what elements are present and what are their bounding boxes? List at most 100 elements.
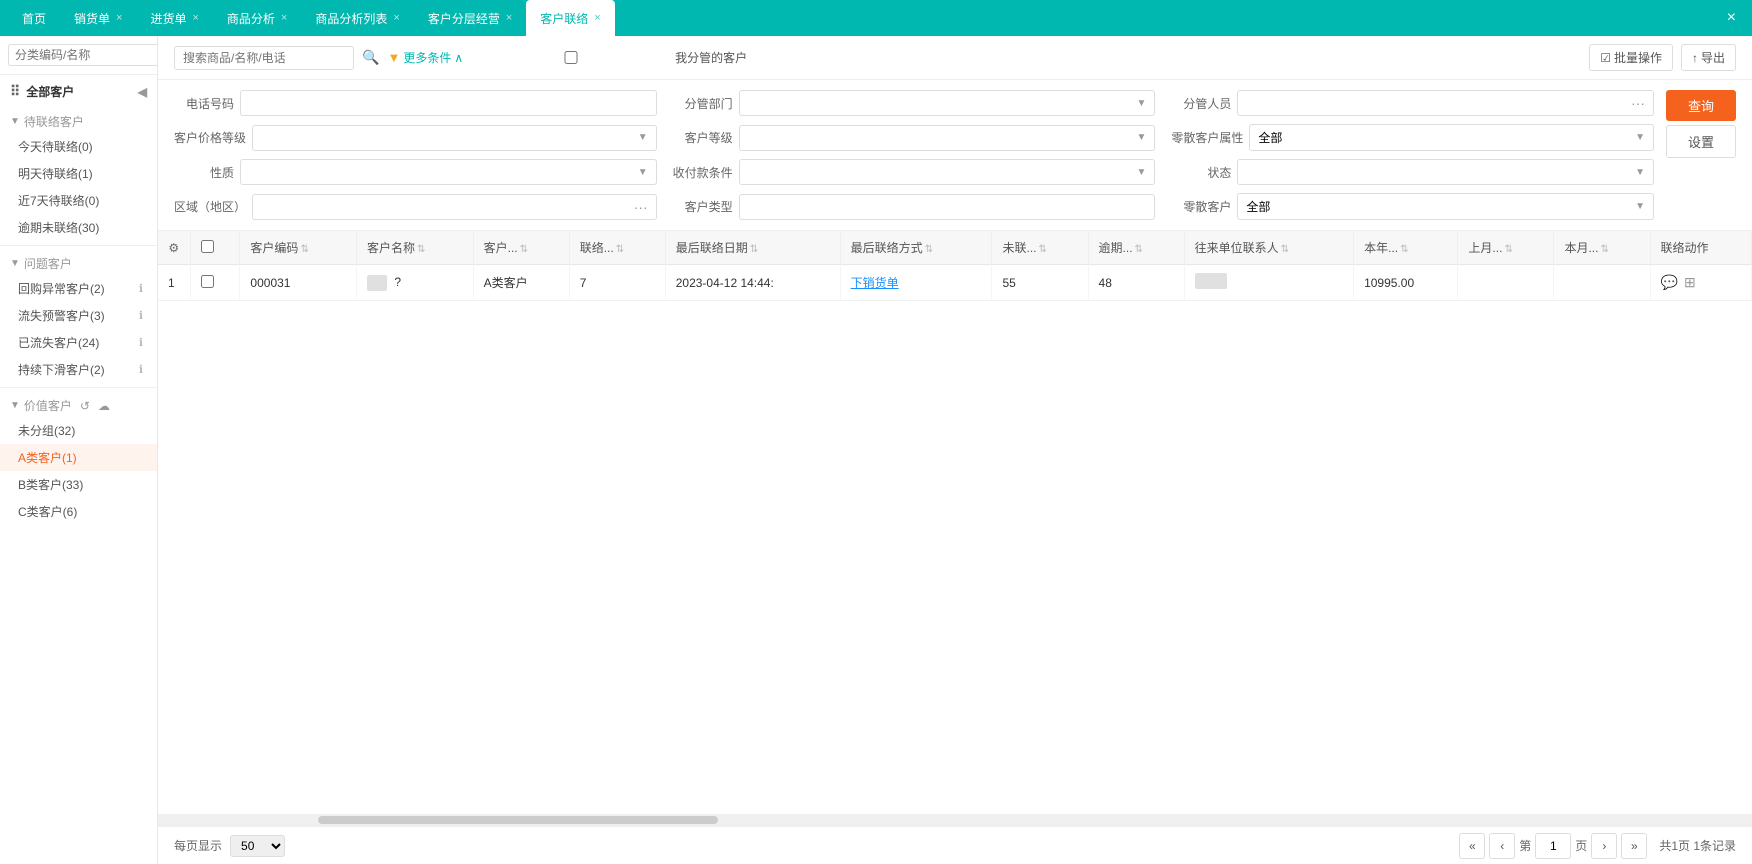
- sidebar-group-value[interactable]: ▼ 价值客户 ↺ ☁: [0, 392, 157, 417]
- scroll-thumb[interactable]: [318, 816, 718, 824]
- close-customer-contact-tab[interactable]: ×: [594, 12, 600, 24]
- close-product-analysis-list-tab[interactable]: ×: [393, 12, 399, 24]
- customer-type-input[interactable]: [739, 194, 1156, 220]
- nature-select[interactable]: ▼: [240, 159, 657, 185]
- refresh-icon[interactable]: ↺: [80, 399, 90, 413]
- contact-person-placeholder: [1195, 273, 1227, 289]
- close-product-analysis-tab[interactable]: ×: [281, 12, 287, 24]
- th-name[interactable]: 客户名称⇅: [357, 231, 474, 265]
- payment-select[interactable]: ▼: [739, 159, 1156, 185]
- sort-last-method: ⇅: [925, 244, 933, 255]
- filter-dept: 分管部门 ▼: [673, 90, 1156, 116]
- th-level[interactable]: 客户...⇅: [473, 231, 569, 265]
- sidebar-group-pending[interactable]: ▼ 待联络客户: [0, 108, 157, 133]
- th-uncontacted[interactable]: 未联...⇅: [992, 231, 1088, 265]
- query-buttons: 查询 设置: [1666, 90, 1736, 220]
- nav-purchase[interactable]: 进货单 ×: [136, 0, 212, 36]
- th-contact-person[interactable]: 往来单位联系人⇅: [1184, 231, 1353, 265]
- th-this-year[interactable]: 本年...⇅: [1354, 231, 1458, 265]
- th-this-month[interactable]: 本月...⇅: [1554, 231, 1650, 265]
- main-search-icon[interactable]: 🔍: [362, 49, 379, 66]
- sidebar-item-unclassified[interactable]: 未分组(32): [0, 417, 157, 444]
- nav-sales[interactable]: 销货单 ×: [60, 0, 136, 36]
- close-all-tabs[interactable]: ×: [1719, 9, 1744, 27]
- td-contact: 7: [569, 265, 665, 301]
- price-level-select[interactable]: ▼: [252, 125, 657, 151]
- close-customer-segment-tab[interactable]: ×: [506, 12, 512, 24]
- sidebar-item-churned[interactable]: 已流失客户(24) ℹ: [0, 329, 157, 356]
- row-checkbox[interactable]: [201, 275, 214, 288]
- sidebar-item-tomorrow[interactable]: 明天待联络(1): [0, 160, 157, 187]
- nav-customer-contact[interactable]: 客户联络 ×: [526, 0, 614, 36]
- select-all-checkbox[interactable]: [201, 240, 214, 253]
- th-settings[interactable]: ⚙: [158, 231, 190, 265]
- phone-input[interactable]: [240, 90, 657, 116]
- sidebar-item-overdue[interactable]: 逾期未联络(30): [0, 214, 157, 241]
- th-code[interactable]: 客户编码⇅: [240, 231, 357, 265]
- status-select[interactable]: ▼: [1237, 159, 1654, 185]
- close-purchase-tab[interactable]: ×: [192, 12, 198, 24]
- page-label: 第: [1519, 837, 1531, 854]
- sort-level: ⇅: [520, 244, 528, 255]
- my-customers-checkbox[interactable]: [471, 51, 671, 64]
- page-end-label: 页: [1575, 837, 1587, 854]
- nav-customer-segment[interactable]: 客户分层经营 ×: [414, 0, 526, 36]
- prev-page-btn[interactable]: ‹: [1489, 833, 1515, 859]
- sidebar-item-class-a[interactable]: A类客户(1): [0, 444, 157, 471]
- export-icon: ↑: [1692, 51, 1698, 65]
- sort-contact-person: ⇅: [1281, 244, 1289, 255]
- nav-home[interactable]: 首页: [8, 0, 60, 36]
- filter-retail-attr: 零散客户属性 全部 ▼: [1171, 124, 1654, 151]
- grid-icon[interactable]: ⊞: [1684, 274, 1696, 291]
- cloud-icon[interactable]: ☁: [98, 399, 110, 413]
- dept-select[interactable]: ▼: [739, 90, 1156, 116]
- sidebar-item-7days[interactable]: 近7天待联络(0): [0, 187, 157, 214]
- retail-attr-select[interactable]: 全部 ▼: [1249, 124, 1654, 151]
- sidebar-item-churn-warning[interactable]: 流失预警客户(3) ℹ: [0, 302, 157, 329]
- sidebar-all-customers[interactable]: ⠿ 全部客户 ◀: [0, 75, 157, 108]
- sidebar-search-input[interactable]: [8, 44, 158, 66]
- sidebar-item-declining[interactable]: 持续下滑客户(2) ℹ: [0, 356, 157, 383]
- table-header-row: ⚙ 客户编码⇅ 客户名称⇅ 客户...⇅ 联络...⇅ 最后联络日期⇅ 最后联络…: [158, 231, 1752, 265]
- payment-arrow: ▼: [1136, 167, 1146, 178]
- first-page-btn[interactable]: «: [1459, 833, 1485, 859]
- nav-product-analysis[interactable]: 商品分析 ×: [213, 0, 301, 36]
- th-last-method[interactable]: 最后联络方式⇅: [840, 231, 992, 265]
- settings-btn[interactable]: 设置: [1666, 125, 1736, 158]
- manager-select[interactable]: ···: [1237, 90, 1654, 116]
- my-customers-filter[interactable]: 我分管的客户: [471, 49, 747, 66]
- nav-product-analysis-list[interactable]: 商品分析列表 ×: [301, 0, 413, 36]
- region-input[interactable]: ···: [252, 194, 657, 220]
- sidebar-item-abnormal-repurchase[interactable]: 回购异常客户(2) ℹ: [0, 275, 157, 302]
- last-page-btn[interactable]: »: [1621, 833, 1647, 859]
- batch-op-btn[interactable]: ☑ 批量操作: [1589, 44, 1673, 71]
- sidebar-item-class-c[interactable]: C类客户(6): [0, 498, 157, 525]
- retail-customer-select[interactable]: 全部 ▼: [1237, 193, 1654, 220]
- td-overdue: 48: [1088, 265, 1184, 301]
- export-btn[interactable]: ↑ 导出: [1681, 44, 1736, 71]
- next-page-btn[interactable]: ›: [1591, 833, 1617, 859]
- sidebar-item-class-b[interactable]: B类客户(33): [0, 471, 157, 498]
- query-btn[interactable]: 查询: [1666, 90, 1736, 121]
- filter-more-btn[interactable]: ▼ 更多条件 ∧: [387, 49, 463, 66]
- td-checkbox: [190, 265, 240, 301]
- filter-icon: ▼: [387, 50, 400, 65]
- chat-icon[interactable]: 💬: [1661, 274, 1678, 291]
- page-size-select[interactable]: 50 100 200: [230, 835, 285, 857]
- last-method-link[interactable]: 下销货单: [851, 276, 899, 290]
- filter-status: 状态 ▼: [1171, 159, 1654, 185]
- filter-price-level: 客户价格等级 ▼: [174, 125, 657, 151]
- customer-level-select[interactable]: ▼: [739, 125, 1156, 151]
- th-last-month[interactable]: 上月...⇅: [1458, 231, 1554, 265]
- horizontal-scroll[interactable]: [158, 814, 1752, 826]
- td-level: A类客户: [473, 265, 569, 301]
- sidebar-group-problem[interactable]: ▼ 问题客户: [0, 250, 157, 275]
- region-dots: ···: [634, 199, 648, 215]
- sidebar-item-today[interactable]: 今天待联络(0): [0, 133, 157, 160]
- th-last-date[interactable]: 最后联络日期⇅: [665, 231, 840, 265]
- main-search-input[interactable]: [174, 46, 354, 70]
- page-input[interactable]: [1535, 833, 1571, 859]
- close-sales-tab[interactable]: ×: [116, 12, 122, 24]
- th-contact[interactable]: 联络...⇅: [569, 231, 665, 265]
- th-overdue[interactable]: 逾期...⇅: [1088, 231, 1184, 265]
